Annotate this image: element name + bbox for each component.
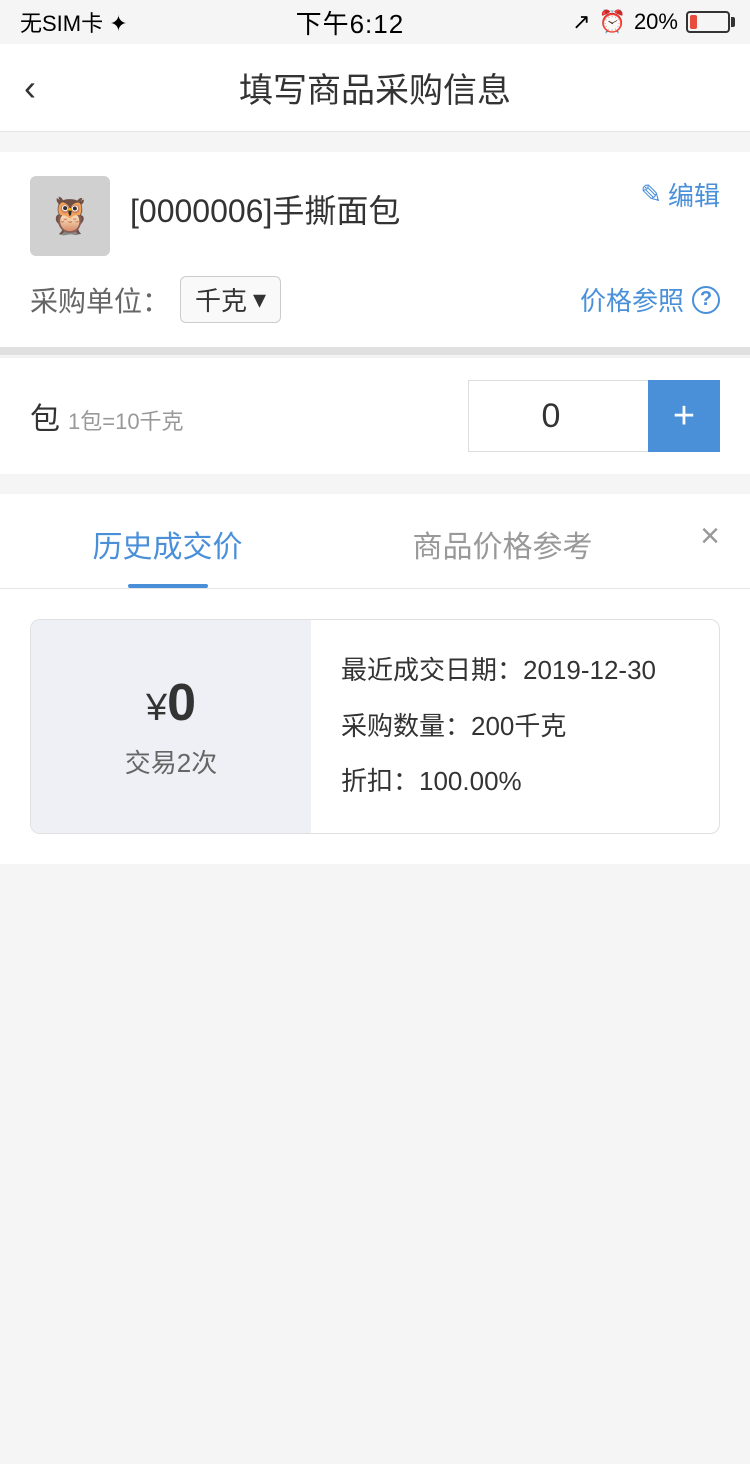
carrier-text: 无SIM卡 ✦ [20, 6, 128, 38]
qty-value: 200千克 [471, 711, 566, 741]
currency-symbol: ¥ [146, 687, 167, 729]
tab-history-price-label: 历史成交价 [93, 531, 243, 564]
price-reference-button[interactable]: 价格参照 ? [580, 281, 720, 318]
transaction-summary: ¥0 交易2次 [31, 620, 311, 833]
quantity-unit-label: 包 1包=10千克 [30, 394, 184, 438]
transaction-discount-row: 折扣：100.00% [341, 761, 689, 803]
quantity-input[interactable] [468, 380, 648, 452]
quantity-input-group: + [468, 380, 720, 452]
discount-label: 折扣： [341, 766, 419, 796]
unit-selector-group: 采购单位： 千克 ▾ [30, 276, 281, 323]
back-button[interactable]: ‹ [24, 67, 36, 109]
quantity-unit-main: 包 [30, 394, 60, 438]
product-header: 🦉 [0000006]手撕面包 ✎ 编辑 [30, 176, 720, 256]
quantity-plus-button[interactable]: + [648, 380, 720, 452]
unit-value: 千克 [195, 281, 247, 318]
battery-icon [686, 11, 730, 33]
transaction-qty-row: 采购数量：200千克 [341, 706, 689, 748]
info-icon: ? [692, 286, 720, 314]
product-thumb-icon: 🦉 [48, 195, 93, 237]
edit-button[interactable]: ✎ 编辑 [640, 176, 720, 213]
edit-label: 编辑 [668, 176, 720, 213]
status-bar: 无SIM卡 ✦ 下午6:12 ↗ ⏰ 20% [0, 0, 750, 44]
quantity-row: 包 1包=10千克 + [0, 357, 750, 474]
alarm-icon: ⏰ [599, 9, 626, 35]
transaction-price: ¥0 [146, 673, 196, 733]
product-card: 🦉 [0000006]手撕面包 ✎ 编辑 采购单位： 千克 ▾ 价格参照 ? [0, 152, 750, 347]
price-ref-label: 价格参照 [580, 281, 684, 318]
transaction-card: ¥0 交易2次 最近成交日期：2019-12-30 采购数量：200千克 折扣：… [30, 619, 720, 834]
qty-label: 采购数量： [341, 711, 471, 741]
status-left: 无SIM卡 ✦ [20, 6, 128, 38]
transaction-details: 最近成交日期：2019-12-30 采购数量：200千克 折扣：100.00% [311, 620, 719, 833]
transaction-count: 交易2次 [125, 743, 217, 780]
edit-icon: ✎ [640, 179, 662, 210]
unit-label: 采购单位： [30, 280, 170, 320]
tabs-section: 历史成交价 商品价格参考 × ¥0 交易2次 最近成交日期：2019-12-30… [0, 494, 750, 864]
quantity-unit-sub: 1包=10千克 [68, 404, 184, 436]
section-divider [0, 347, 750, 355]
unit-row: 采购单位： 千克 ▾ 价格参照 ? [30, 276, 720, 323]
tabs-header: 历史成交价 商品价格参考 × [0, 494, 750, 589]
status-right: ↗ ⏰ 20% [572, 9, 730, 35]
date-value: 2019-12-30 [523, 655, 656, 685]
page-title: 填写商品采购信息 [239, 63, 511, 112]
nav-bar: ‹ 填写商品采购信息 [0, 44, 750, 132]
tab-product-price-label: 商品价格参考 [413, 531, 593, 564]
location-icon: ↗ [572, 9, 590, 35]
chevron-down-icon: ▾ [253, 284, 266, 315]
product-thumbnail: 🦉 [30, 176, 110, 256]
unit-select[interactable]: 千克 ▾ [180, 276, 281, 323]
transaction-date-row: 最近成交日期：2019-12-30 [341, 650, 689, 692]
product-name: [0000006]手撕面包 [130, 176, 400, 232]
tab-history-price[interactable]: 历史成交价 [0, 494, 335, 588]
date-label: 最近成交日期： [341, 655, 523, 685]
product-info: 🦉 [0000006]手撕面包 [30, 176, 400, 256]
close-button[interactable]: × [670, 517, 750, 566]
transaction-list: ¥0 交易2次 最近成交日期：2019-12-30 采购数量：200千克 折扣：… [0, 589, 750, 864]
battery-percent: 20% [634, 9, 678, 35]
content-area [0, 864, 750, 1464]
status-time: 下午6:12 [296, 4, 405, 41]
tab-product-price[interactable]: 商品价格参考 [335, 494, 670, 588]
discount-value: 100.00% [419, 766, 522, 796]
price-value: 0 [167, 674, 196, 732]
